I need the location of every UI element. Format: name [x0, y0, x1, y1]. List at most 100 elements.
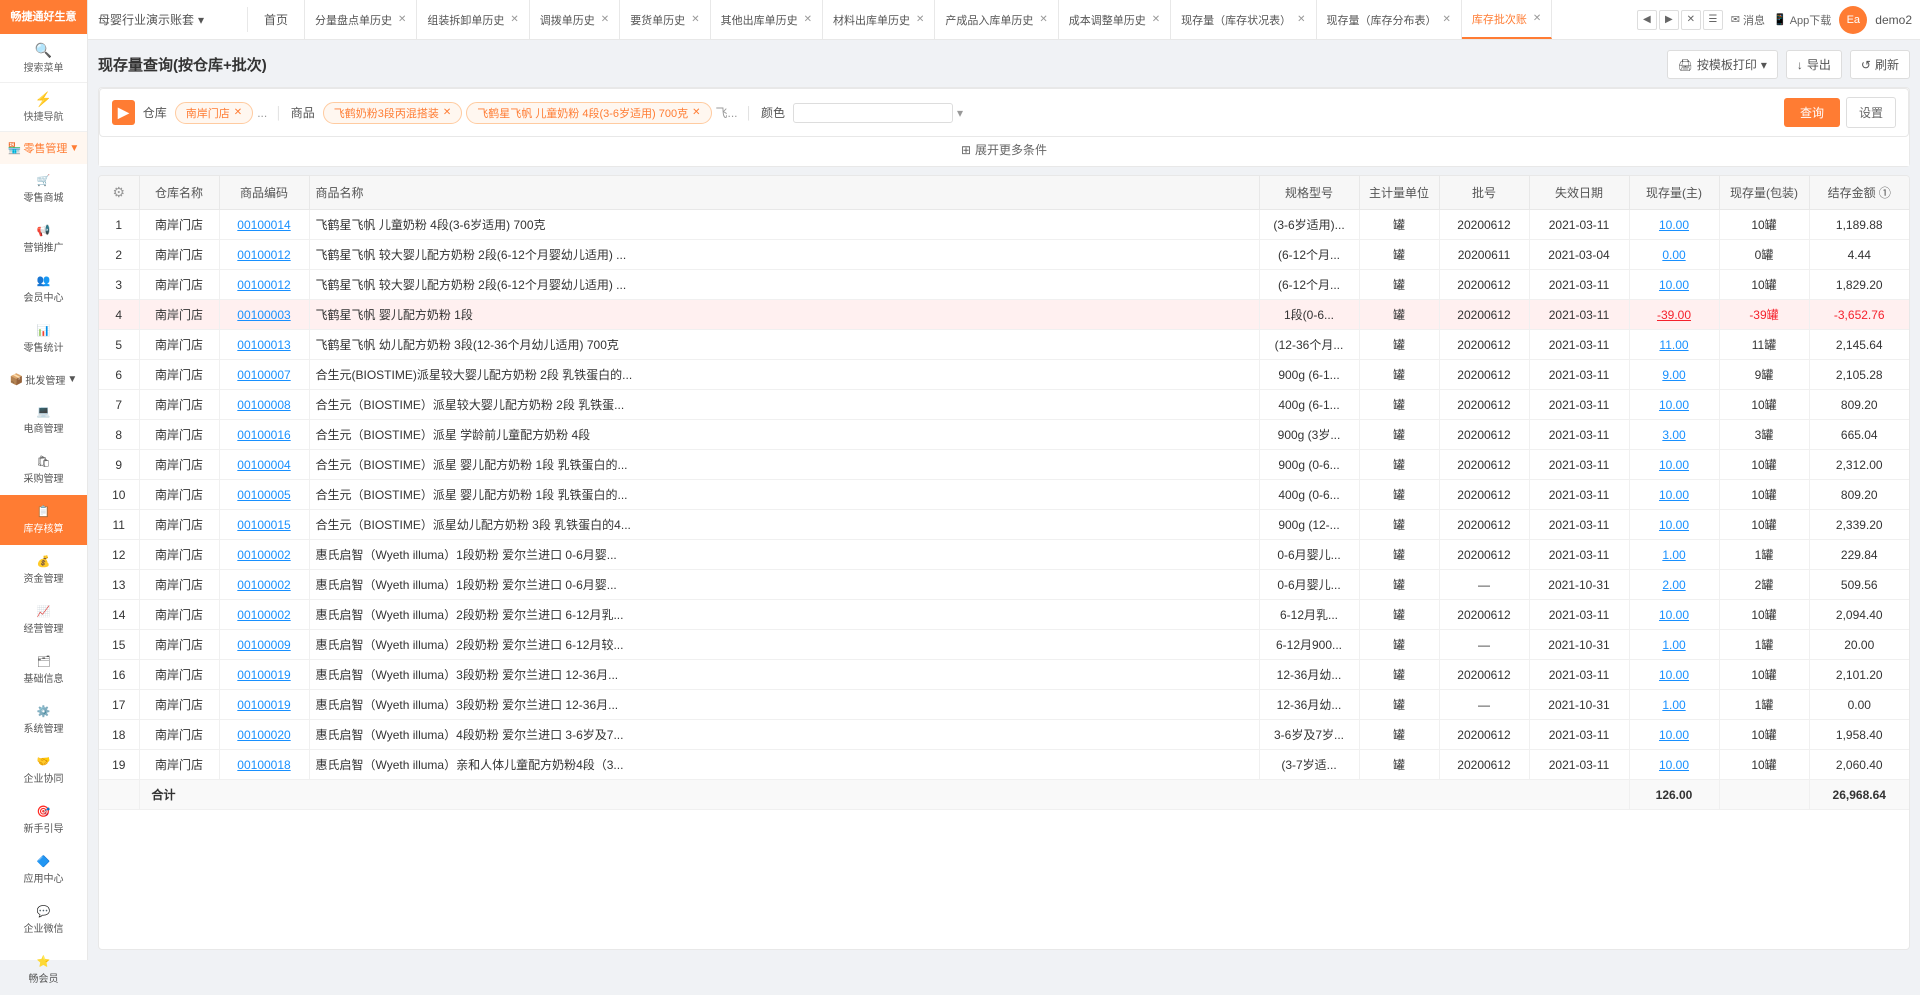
- product-tag-2-close[interactable]: ✕: [692, 107, 700, 118]
- sidebar-item-system[interactable]: ⚙️系统管理: [0, 695, 87, 745]
- sidebar-item-retail[interactable]: 🏪 零售管理 ▼: [0, 132, 87, 164]
- app-download-btn[interactable]: 📱 App下载: [1773, 12, 1831, 28]
- query-button[interactable]: 查询: [1784, 98, 1840, 127]
- row-code[interactable]: 00100002: [219, 570, 309, 600]
- row-stock-main[interactable]: 9.00: [1629, 360, 1719, 390]
- row-stock-main[interactable]: -39.00: [1629, 300, 1719, 330]
- tab-close-icon[interactable]: ✕: [1297, 14, 1305, 25]
- row-stock-main[interactable]: 10.00: [1629, 600, 1719, 630]
- product-tag-2[interactable]: 飞鹤星飞帆 儿童奶粉 4段(3-6岁适用) 700克 ✕: [466, 102, 711, 124]
- row-code[interactable]: 00100007: [219, 360, 309, 390]
- export-button[interactable]: ↓ 导出: [1786, 50, 1842, 79]
- row-stock-main[interactable]: 10.00: [1629, 510, 1719, 540]
- sidebar-item-enterprise[interactable]: 🤝企业协同: [0, 745, 87, 795]
- sidebar-item-search[interactable]: 🔍 搜索菜单: [0, 34, 87, 83]
- warehouse-filter-dots[interactable]: ...: [257, 106, 267, 120]
- row-code[interactable]: 00100015: [219, 510, 309, 540]
- tab-chengben[interactable]: 成本调整单历史 ✕: [1059, 0, 1171, 39]
- sidebar-item-retail-stat[interactable]: 📊零售统计: [0, 314, 87, 364]
- row-stock-main[interactable]: 2.00: [1629, 570, 1719, 600]
- row-code[interactable]: 00100009: [219, 630, 309, 660]
- refresh-button[interactable]: ↺ 刷新: [1850, 50, 1910, 79]
- sidebar-item-retail-store[interactable]: 🛒零售商城: [0, 164, 87, 214]
- tab-close-icon[interactable]: ✕: [601, 14, 609, 25]
- row-stock-main[interactable]: 10.00: [1629, 480, 1719, 510]
- sidebar-item-shortcut[interactable]: ⚡ 快捷导航: [0, 83, 87, 132]
- row-code[interactable]: 00100008: [219, 390, 309, 420]
- row-code[interactable]: 00100002: [219, 600, 309, 630]
- tab-xianzun-dist[interactable]: 现存量（库存分布表） ✕: [1317, 0, 1462, 39]
- tab-close-icon[interactable]: ✕: [916, 14, 924, 25]
- warehouse-tag[interactable]: 南岸门店 ✕: [175, 102, 253, 124]
- sidebar-item-basic[interactable]: 🗂基础信息: [0, 645, 87, 695]
- tab-close-icon[interactable]: ✕: [691, 14, 699, 25]
- row-stock-main[interactable]: 1.00: [1629, 540, 1719, 570]
- row-code[interactable]: 00100019: [219, 690, 309, 720]
- tab-close-icon[interactable]: ✕: [1152, 14, 1160, 25]
- product-tag-1-close[interactable]: ✕: [443, 107, 451, 118]
- tab-close-icon[interactable]: ✕: [1443, 14, 1451, 25]
- row-stock-main[interactable]: 0.00: [1629, 240, 1719, 270]
- sidebar-item-apps[interactable]: 🔷应用中心: [0, 845, 87, 895]
- sidebar-item-operation[interactable]: 📈经营管理: [0, 595, 87, 645]
- sidebar-item-wechat[interactable]: 💬企业微信: [0, 895, 87, 945]
- tab-chancheng[interactable]: 产成品入库单历史 ✕: [935, 0, 1058, 39]
- product-filter-dots[interactable]: 飞...: [716, 104, 738, 121]
- row-code[interactable]: 00100020: [219, 720, 309, 750]
- tab-diaob[interactable]: 调拨单历史 ✕: [530, 0, 620, 39]
- row-stock-main[interactable]: 3.00: [1629, 420, 1719, 450]
- row-code[interactable]: 00100016: [219, 420, 309, 450]
- row-stock-main[interactable]: 1.00: [1629, 630, 1719, 660]
- product-tag-1[interactable]: 飞鹤奶粉3段丙混搭装 ✕: [323, 102, 463, 124]
- message-icon-btn[interactable]: ✉ 消息: [1731, 12, 1765, 28]
- row-code[interactable]: 00100014: [219, 210, 309, 240]
- tab-menu-icon[interactable]: ☰: [1703, 10, 1723, 30]
- row-stock-main[interactable]: 10.00: [1629, 660, 1719, 690]
- color-filter-arrow-icon[interactable]: ▾: [957, 106, 963, 120]
- setting-button[interactable]: 设置: [1846, 97, 1896, 128]
- row-code[interactable]: 00100005: [219, 480, 309, 510]
- row-stock-main[interactable]: 10.00: [1629, 450, 1719, 480]
- sidebar-item-inventory[interactable]: 📋库存核算: [0, 495, 87, 545]
- tab-prev-arrow[interactable]: ◀: [1637, 10, 1657, 30]
- sidebar-item-member[interactable]: 👥会员中心: [0, 264, 87, 314]
- tab-close-icon[interactable]: ✕: [398, 14, 406, 25]
- row-code[interactable]: 00100012: [219, 270, 309, 300]
- tab-next-arrow[interactable]: ▶: [1659, 10, 1679, 30]
- sidebar-item-purchase[interactable]: 🛍采购管理: [0, 445, 87, 495]
- row-code[interactable]: 00100013: [219, 330, 309, 360]
- row-code[interactable]: 00100019: [219, 660, 309, 690]
- table-settings-icon[interactable]: ⚙: [112, 184, 125, 200]
- color-filter-input[interactable]: [793, 103, 953, 123]
- sidebar-item-marketing[interactable]: 📢营销推广: [0, 214, 87, 264]
- col-header-settings[interactable]: ⚙: [99, 176, 139, 210]
- sidebar-item-ecom[interactable]: 💻电商管理: [0, 395, 87, 445]
- tab-close-current[interactable]: ✕: [1681, 10, 1701, 30]
- tab-xianzun-status[interactable]: 现存量（库存状况表） ✕: [1171, 0, 1316, 39]
- sidebar-item-finance[interactable]: 💰资金管理: [0, 545, 87, 595]
- user-avatar[interactable]: Ea: [1839, 6, 1867, 34]
- tab-close-icon[interactable]: ✕: [804, 14, 812, 25]
- print-button[interactable]: 🖨 按模板打印 ▾: [1667, 50, 1778, 79]
- row-stock-main[interactable]: 10.00: [1629, 270, 1719, 300]
- row-code[interactable]: 00100003: [219, 300, 309, 330]
- row-code[interactable]: 00100004: [219, 450, 309, 480]
- row-code[interactable]: 00100002: [219, 540, 309, 570]
- expand-more-btn[interactable]: ⊞ 展开更多条件: [961, 141, 1047, 158]
- row-stock-main[interactable]: 10.00: [1629, 720, 1719, 750]
- tab-cailiao[interactable]: 材料出库单历史 ✕: [823, 0, 935, 39]
- account-selector[interactable]: 母婴行业演示账套 ▾: [88, 7, 248, 32]
- row-stock-main[interactable]: 10.00: [1629, 210, 1719, 240]
- sidebar-item-guide[interactable]: 🎯新手引导: [0, 795, 87, 845]
- tab-home[interactable]: 首页: [248, 0, 305, 39]
- tab-qita[interactable]: 其他出库单历史 ✕: [711, 0, 823, 39]
- tab-close-icon[interactable]: ✕: [1533, 13, 1541, 24]
- sidebar-item-vip[interactable]: ⭐畅会员: [0, 945, 87, 995]
- tab-zuhe[interactable]: 组装拆卸单历史 ✕: [417, 0, 529, 39]
- tab-close-icon[interactable]: ✕: [1039, 14, 1047, 25]
- row-stock-main[interactable]: 10.00: [1629, 390, 1719, 420]
- tab-kucun-batch[interactable]: 库存批次账 ✕: [1462, 0, 1552, 39]
- tab-yaohuo[interactable]: 要货单历史 ✕: [620, 0, 710, 39]
- row-stock-main[interactable]: 1.00: [1629, 690, 1719, 720]
- filter-expand-button[interactable]: ▶: [112, 100, 135, 125]
